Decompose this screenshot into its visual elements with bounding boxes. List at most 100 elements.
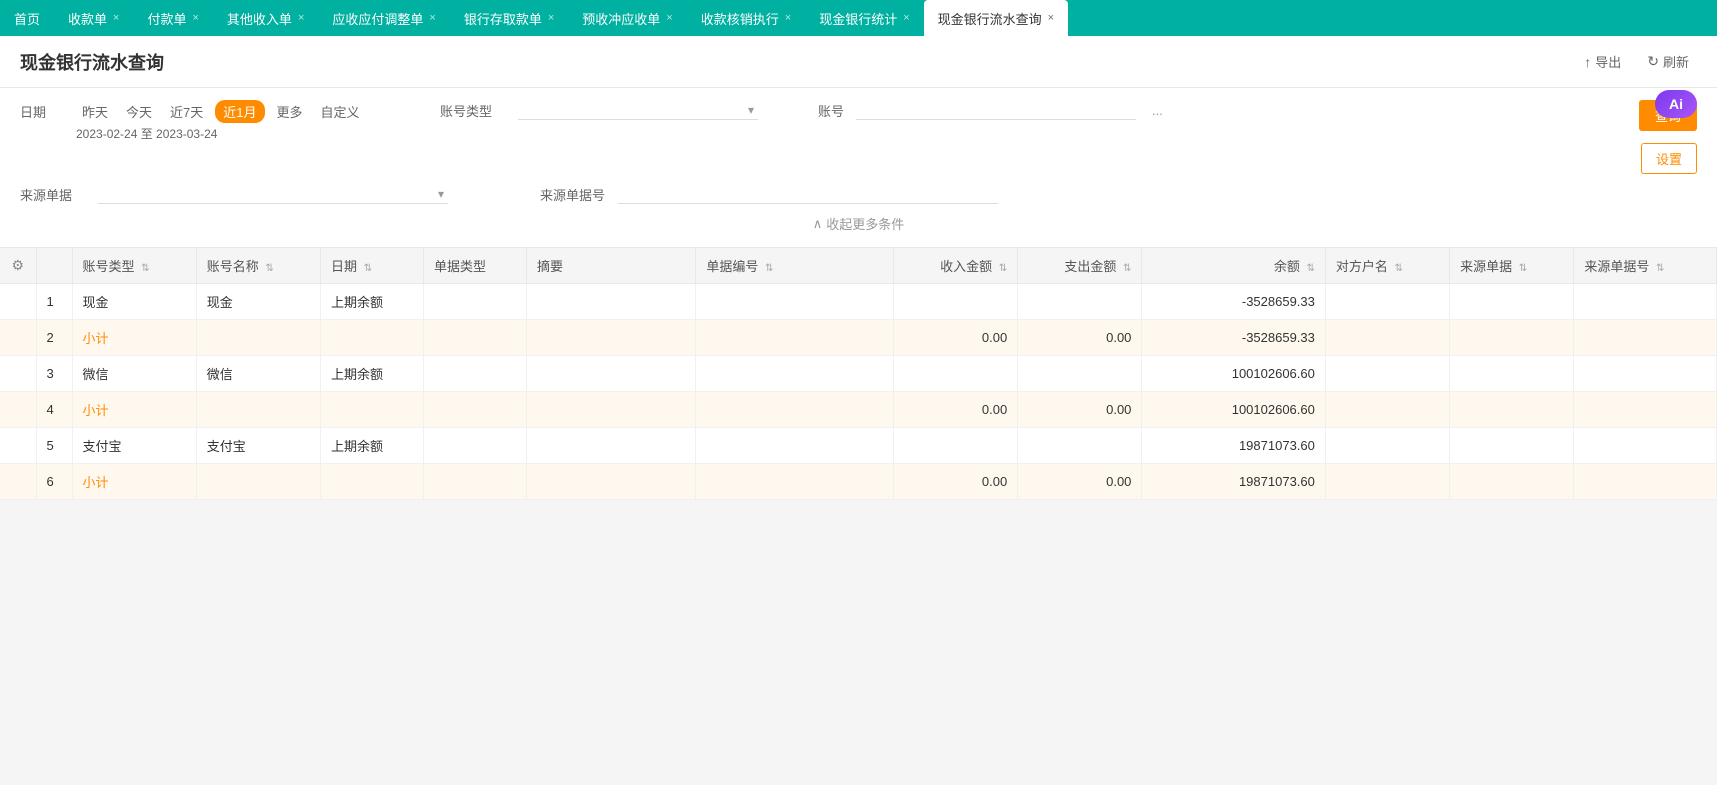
row-counterpart [1325,392,1449,428]
close-icon[interactable]: × [298,12,304,24]
sort-icon: ⇅ [141,263,149,274]
close-icon[interactable]: × [429,12,435,24]
sort-icon: ⇅ [1306,263,1314,274]
nav-tab-5[interactable]: 预收冲应收单 × [568,0,686,36]
gear-icon: ⚙ [11,257,24,273]
table-row[interactable]: 6小计0.000.0019871073.60 [0,464,1717,500]
table-row[interactable]: 5支付宝支付宝上期余额19871073.60 [0,428,1717,464]
nav-tab-7[interactable]: 现金银行统计 × [805,0,923,36]
date-btn-7days[interactable]: 近7天 [164,100,209,123]
row-account-name: 现金 [196,284,320,320]
close-icon[interactable]: × [785,12,791,24]
nav-tab-2[interactable]: 其他收入单 × [213,0,318,36]
col-source-doc[interactable]: 来源单据 ⇅ [1450,248,1574,284]
close-icon[interactable]: × [903,12,909,24]
table-row[interactable]: 2小计0.000.00-3528659.33 [0,320,1717,356]
date-btn-today[interactable]: 今天 [120,100,158,123]
col-doc-no-label: 单据编号 [706,259,758,274]
row-source-doc [1450,356,1574,392]
account-dots[interactable]: ... [1152,103,1163,118]
row-income [893,428,1017,464]
col-expense-label: 支出金额 [1064,259,1116,274]
date-btn-1month[interactable]: 近1月 [215,100,264,123]
col-expense[interactable]: 支出金额 ⇅ [1018,248,1142,284]
sort-icon: ⇅ [265,263,273,274]
nav-home[interactable]: 首页 [0,0,54,36]
collapse-bar[interactable]: ∧ 收起更多条件 [20,210,1697,235]
col-summary[interactable]: 摘要 [527,248,696,284]
ai-button[interactable]: Ai [1655,90,1697,118]
close-icon[interactable]: × [666,12,672,24]
row-date [320,320,423,356]
row-index: 3 [36,356,72,392]
refresh-button[interactable]: ↻ 刷新 [1639,48,1697,75]
row-account-type: 小计 [72,392,196,428]
col-doc-no[interactable]: 单据编号 ⇅ [696,248,894,284]
row-source-doc [1450,284,1574,320]
date-btn-more[interactable]: 更多 [271,100,309,123]
row-balance: 19871073.60 [1142,428,1325,464]
settings-col-header[interactable]: ⚙ [0,248,36,284]
filter-area: 日期 昨天 今天 近7天 近1月 更多 自定义 2023-02-24 至 202… [0,88,1717,248]
row-date [320,464,423,500]
row-account-name [196,320,320,356]
header-actions: ↑ 导出 ↻ 刷新 [1576,48,1697,75]
row-expense: 0.00 [1018,464,1142,500]
table-row[interactable]: 1现金现金上期余额-3528659.33 [0,284,1717,320]
table-row[interactable]: 4小计0.000.00100102606.60 [0,392,1717,428]
col-counterpart[interactable]: 对方户名 ⇅ [1325,248,1449,284]
col-source-doc-no-label: 来源单据号 [1584,259,1649,274]
nav-tab-4[interactable]: 银行存取款单 × [450,0,568,36]
row-counterpart [1325,356,1449,392]
col-income[interactable]: 收入金额 ⇅ [893,248,1017,284]
account-input[interactable] [856,100,1112,119]
row-balance: -3528659.33 [1142,284,1325,320]
col-account-name[interactable]: 账号名称 ⇅ [196,248,320,284]
date-btn-custom[interactable]: 自定义 [315,100,366,123]
row-settings [0,320,36,356]
row-income: 0.00 [893,392,1017,428]
nav-tab-8[interactable]: 现金银行流水查询 × [924,0,1068,36]
col-account-name-label: 账号名称 [207,259,259,274]
row-counterpart [1325,320,1449,356]
col-source-doc-no[interactable]: 来源单据号 ⇅ [1574,248,1717,284]
close-icon[interactable]: × [548,12,554,24]
date-btn-yesterday[interactable]: 昨天 [76,100,114,123]
sort-icon: ⇅ [1519,263,1527,274]
nav-tab-6[interactable]: 收款核销执行 × [687,0,805,36]
nav-tab-0[interactable]: 收款单 × [54,0,133,36]
row-index: 4 [36,392,72,428]
col-balance[interactable]: 余额 ⇅ [1142,248,1325,284]
row-doc-type [424,428,527,464]
row-account-type: 支付宝 [72,428,196,464]
nav-tab-3[interactable]: 应收应付调整单 × [318,0,449,36]
row-index: 5 [36,428,72,464]
col-date[interactable]: 日期 ⇅ [320,248,423,284]
col-balance-label: 余额 [1274,259,1300,274]
source-doc-num-input[interactable] [618,184,998,203]
row-expense: 0.00 [1018,392,1142,428]
row-doc-type [424,464,527,500]
close-icon[interactable]: × [1048,12,1054,24]
row-source-doc-no [1574,320,1717,356]
row-counterpart [1325,428,1449,464]
row-settings [0,392,36,428]
row-balance: -3528659.33 [1142,320,1325,356]
row-doc-no [696,284,894,320]
source-doc-select[interactable] [98,184,448,203]
row-counterpart [1325,464,1449,500]
row-doc-no [696,392,894,428]
col-account-type[interactable]: 账号类型 ⇅ [72,248,196,284]
close-icon[interactable]: × [113,12,119,24]
table-row[interactable]: 3微信微信上期余额100102606.60 [0,356,1717,392]
settings-button[interactable]: 设置 [1641,143,1697,174]
row-date: 上期余额 [320,284,423,320]
nav-tab-1[interactable]: 付款单 × [133,0,212,36]
col-doc-type[interactable]: 单据类型 [424,248,527,284]
close-icon[interactable]: × [192,12,198,24]
export-button[interactable]: ↑ 导出 [1576,48,1629,75]
row-index: 1 [36,284,72,320]
row-summary [527,464,696,500]
row-date: 上期余额 [320,356,423,392]
account-type-select[interactable]: 现金 微信 支付宝 [518,100,758,119]
